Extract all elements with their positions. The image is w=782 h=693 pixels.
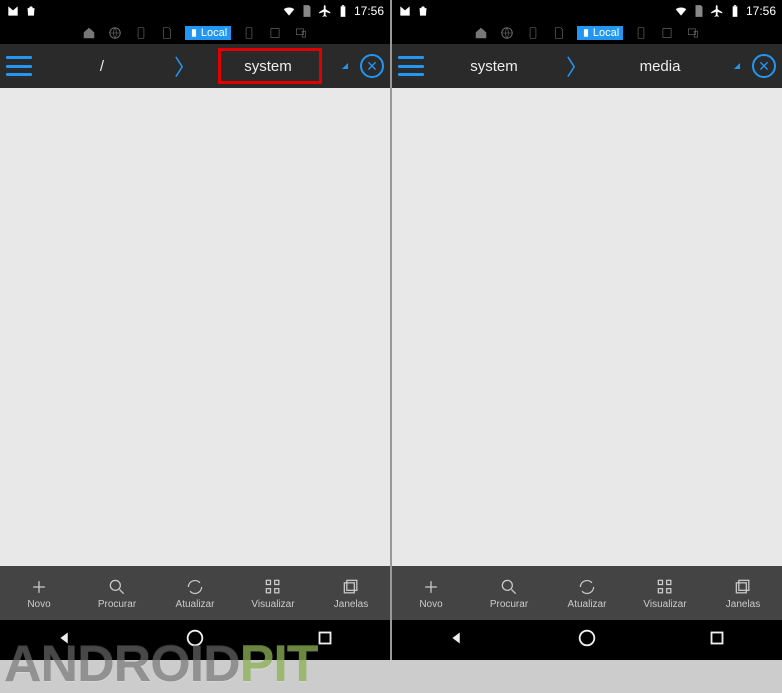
battery-icon: [336, 4, 350, 18]
nav-bar: [392, 620, 782, 660]
file-icon[interactable]: [551, 25, 567, 41]
phone2-icon[interactable]: [633, 25, 649, 41]
crumb-system[interactable]: system: [428, 58, 560, 75]
status-time: 17:56: [354, 4, 384, 18]
tablet-icon[interactable]: [659, 25, 675, 41]
recent-button[interactable]: [706, 627, 728, 654]
view-button[interactable]: Visualizar: [234, 566, 312, 620]
dropdown-icon[interactable]: [342, 63, 348, 69]
windows-button[interactable]: Janelas: [312, 566, 390, 620]
refresh-label: Atualizar: [176, 599, 215, 610]
airplane-icon: [318, 4, 332, 18]
screen-right: 17:56 Local system 〉 media ✕ Novo: [392, 0, 782, 660]
home-icon[interactable]: [81, 25, 97, 41]
nav-bar: [0, 620, 390, 660]
bottom-toolbar: Novo Procurar Atualizar Visualizar Janel…: [392, 566, 782, 620]
menu-icon[interactable]: [398, 56, 424, 76]
close-icon[interactable]: ✕: [360, 54, 384, 78]
status-bar: 17:56: [392, 0, 782, 22]
back-button[interactable]: [54, 627, 76, 654]
breadcrumb-bar: / 〉 system ✕: [0, 44, 390, 88]
new-button[interactable]: Novo: [0, 566, 78, 620]
view-label: Visualizar: [251, 599, 294, 610]
windows-label: Janelas: [726, 599, 760, 610]
file-icon[interactable]: [159, 25, 175, 41]
back-button[interactable]: [446, 627, 468, 654]
chevron-right-icon: 〉: [564, 50, 590, 82]
crumb-root[interactable]: /: [36, 58, 168, 75]
tab-row: Local: [0, 22, 390, 44]
view-label: Visualizar: [643, 599, 686, 610]
home-icon[interactable]: [473, 25, 489, 41]
crumb-media[interactable]: media: [594, 58, 726, 75]
close-icon[interactable]: ✕: [752, 54, 776, 78]
globe-icon[interactable]: [107, 25, 123, 41]
status-bar: 17:56: [0, 0, 390, 22]
airplane-icon: [710, 4, 724, 18]
chevron-right-icon: 〉: [172, 50, 198, 82]
refresh-button[interactable]: Atualizar: [156, 566, 234, 620]
devices-icon[interactable]: [685, 25, 701, 41]
phone2-icon[interactable]: [241, 25, 257, 41]
phone-icon[interactable]: [133, 25, 149, 41]
gmail-icon: [6, 4, 20, 18]
windows-button[interactable]: Janelas: [704, 566, 782, 620]
home-button[interactable]: [576, 627, 598, 654]
tab-row: Local: [392, 22, 782, 44]
search-label: Procurar: [98, 599, 136, 610]
battery-icon: [728, 4, 742, 18]
search-label: Procurar: [490, 599, 528, 610]
search-button[interactable]: Procurar: [470, 566, 548, 620]
tab-local-label: Local: [201, 27, 227, 39]
file-grid-right[interactable]: [392, 88, 782, 566]
no-sim-icon: [300, 4, 314, 18]
wifi-icon: [282, 4, 296, 18]
tab-local[interactable]: Local: [185, 26, 231, 40]
breadcrumb-bar: system 〉 media ✕: [392, 44, 782, 88]
windows-label: Janelas: [334, 599, 368, 610]
wifi-icon: [674, 4, 688, 18]
recent-button[interactable]: [314, 627, 336, 654]
no-sim-icon: [692, 4, 706, 18]
globe-icon[interactable]: [499, 25, 515, 41]
new-button[interactable]: Novo: [392, 566, 470, 620]
phone-icon[interactable]: [525, 25, 541, 41]
search-button[interactable]: Procurar: [78, 566, 156, 620]
tab-local-label: Local: [593, 27, 619, 39]
home-button[interactable]: [184, 627, 206, 654]
refresh-label: Atualizar: [568, 599, 607, 610]
gmail-icon: [398, 4, 412, 18]
dropdown-icon[interactable]: [734, 63, 740, 69]
crumb-system[interactable]: system: [202, 58, 334, 75]
menu-icon[interactable]: [6, 56, 32, 76]
screen-left: 17:56 Local / 〉 system ✕: [0, 0, 390, 660]
devices-icon[interactable]: [293, 25, 309, 41]
tablet-icon[interactable]: [267, 25, 283, 41]
bottom-toolbar: Novo Procurar Atualizar Visualizar Janel…: [0, 566, 390, 620]
file-grid-left[interactable]: [0, 88, 390, 566]
new-label: Novo: [27, 599, 50, 610]
shopping-icon: [416, 4, 430, 18]
tab-local[interactable]: Local: [577, 26, 623, 40]
new-label: Novo: [419, 599, 442, 610]
refresh-button[interactable]: Atualizar: [548, 566, 626, 620]
view-button[interactable]: Visualizar: [626, 566, 704, 620]
status-time: 17:56: [746, 4, 776, 18]
shopping-icon: [24, 4, 38, 18]
